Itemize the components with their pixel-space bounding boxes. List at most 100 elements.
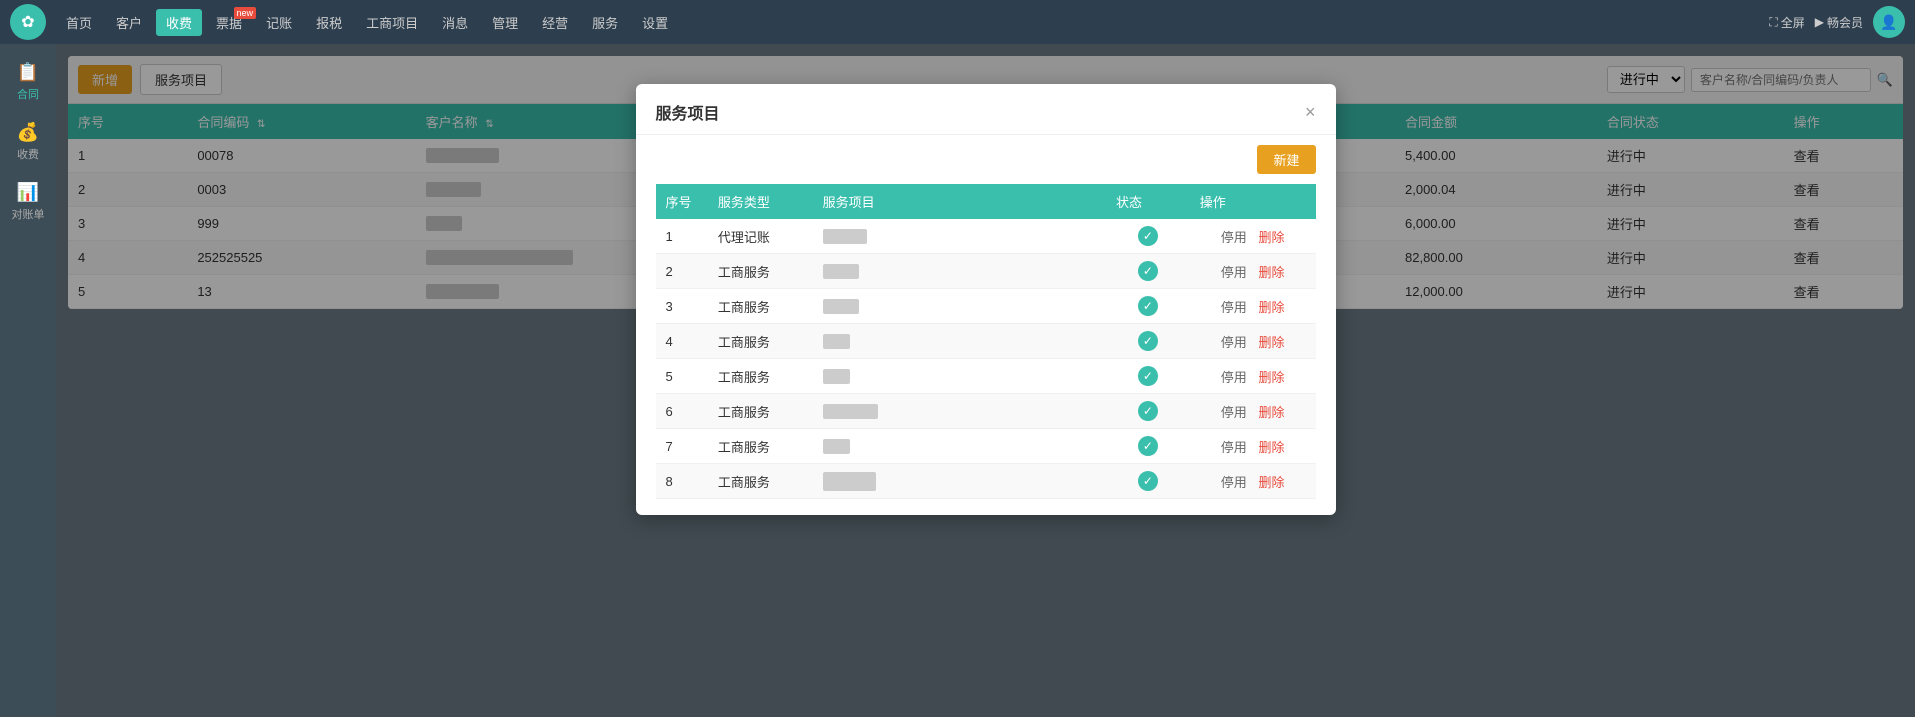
list-item: 5 工商服务 ███ ✓ 停用 删除 xyxy=(656,359,1316,394)
sidebar-label-fees: 收费 xyxy=(17,146,39,162)
list-item: 8 工商服务 ███注册 ✓ 停用 删除 xyxy=(656,464,1316,499)
modal-cell-num: 5 xyxy=(656,359,708,394)
main-layout: 📋 合同 💰 收费 📊 对账单 新增 服务项目 进行中 已结束 全部 xyxy=(0,44,1915,717)
modal-cell-type: 工商服务 xyxy=(708,394,813,429)
stop-button[interactable]: 停用 xyxy=(1221,475,1247,490)
list-item: 7 工商服务 ███ ✓ 停用 删除 xyxy=(656,429,1316,464)
modal-overlay: 服务项目 × 新建 序号 服务类型 服务项目 状态 xyxy=(56,44,1915,717)
modal-cell-num: 2 xyxy=(656,254,708,289)
modal-col-action: 操作 xyxy=(1190,184,1316,219)
stop-button[interactable]: 停用 xyxy=(1221,405,1247,420)
status-check-icon: ✓ xyxy=(1138,436,1158,456)
nav-operations[interactable]: 经营 xyxy=(532,9,578,36)
stop-button[interactable]: 停用 xyxy=(1221,335,1247,350)
modal-cell-status: ✓ xyxy=(1106,464,1190,499)
delete-button[interactable]: 删除 xyxy=(1258,370,1284,385)
modal-cell-status: ✓ xyxy=(1106,254,1190,289)
modal-body: 序号 服务类型 服务项目 状态 操作 1 代理记账 ████1 ✓ 停用 xyxy=(636,184,1336,515)
status-check-icon: ✓ xyxy=(1138,366,1158,386)
sidebar-label-reconciliation: 对账单 xyxy=(12,206,45,222)
modal-cell-num: 3 xyxy=(656,289,708,324)
modal-cell-item: ███ xyxy=(813,359,1106,394)
nav-fees[interactable]: 收费 xyxy=(156,9,202,36)
nav-home[interactable]: 首页 xyxy=(56,9,102,36)
modal-cell-type: 工商服务 xyxy=(708,359,813,394)
member-button[interactable]: ▶ 畅会员 xyxy=(1815,14,1863,31)
modal-close-button[interactable]: × xyxy=(1305,103,1316,121)
modal-cell-num: 6 xyxy=(656,394,708,429)
modal-cell-item: ████1 xyxy=(813,219,1106,254)
stop-button[interactable]: 停用 xyxy=(1221,370,1247,385)
modal-cell-type: 工商服务 xyxy=(708,429,813,464)
modal-cell-action: 停用 删除 xyxy=(1190,359,1316,394)
modal-cell-type: 工商服务 xyxy=(708,324,813,359)
modal-cell-type: 工商服务 xyxy=(708,289,813,324)
modal-cell-status: ✓ xyxy=(1106,429,1190,464)
list-item: 3 工商服务 ████ ✓ 停用 删除 xyxy=(656,289,1316,324)
reconciliation-icon: 📊 xyxy=(17,182,39,203)
delete-button[interactable]: 删除 xyxy=(1258,335,1284,350)
modal-cell-status: ✓ xyxy=(1106,219,1190,254)
nav-bookkeeping[interactable]: 记账 xyxy=(256,9,302,36)
stop-button[interactable]: 停用 xyxy=(1221,300,1247,315)
nav-service[interactable]: 服务 xyxy=(582,9,628,36)
nav-bills[interactable]: 票据 new xyxy=(206,9,252,36)
fees-icon: 💰 xyxy=(17,122,39,143)
delete-button[interactable]: 删除 xyxy=(1258,230,1284,245)
stop-button[interactable]: 停用 xyxy=(1221,440,1247,455)
modal-cell-action: 停用 删除 xyxy=(1190,394,1316,429)
nav-commerce[interactable]: 工商项目 xyxy=(356,9,428,36)
modal-cell-status: ✓ xyxy=(1106,359,1190,394)
sidebar-item-fees[interactable]: 💰 收费 xyxy=(3,114,53,170)
delete-button[interactable]: 删除 xyxy=(1258,300,1284,315)
nav-customer[interactable]: 客户 xyxy=(106,9,152,36)
nav-tax[interactable]: 报税 xyxy=(306,9,352,36)
nav-menu: 首页 客户 收费 票据 new 记账 报税 工商项目 消息 管理 经营 服务 设… xyxy=(56,9,1769,36)
stop-button[interactable]: 停用 xyxy=(1221,230,1247,245)
header-right-actions: ⛶ 全屏 ▶ 畅会员 👤 xyxy=(1769,6,1905,38)
sidebar-item-contract[interactable]: 📋 合同 xyxy=(3,54,53,110)
modal-toolbar: 新建 xyxy=(636,135,1336,184)
list-item: 1 代理记账 ████1 ✓ 停用 删除 xyxy=(656,219,1316,254)
modal-col-num: 序号 xyxy=(656,184,708,219)
stop-button[interactable]: 停用 xyxy=(1221,265,1247,280)
modal-cell-num: 4 xyxy=(656,324,708,359)
modal-cell-action: 停用 删除 xyxy=(1190,254,1316,289)
new-service-item-button[interactable]: 新建 xyxy=(1257,145,1315,174)
status-check-icon: ✓ xyxy=(1138,471,1158,491)
modal-cell-action: 停用 删除 xyxy=(1190,429,1316,464)
main-content-area: 新增 服务项目 进行中 已结束 全部 🔍 序号 合同编码 ⇅ xyxy=(56,44,1915,717)
modal-cell-num: 8 xyxy=(656,464,708,499)
status-check-icon: ✓ xyxy=(1138,401,1158,421)
contract-icon: 📋 xyxy=(17,62,39,83)
modal-cell-item: ████ xyxy=(813,254,1106,289)
modal-cell-type: 工商服务 xyxy=(708,254,813,289)
video-icon: ▶ xyxy=(1815,15,1824,29)
fullscreen-button[interactable]: ⛶ 全屏 xyxy=(1769,14,1804,31)
nav-manage[interactable]: 管理 xyxy=(482,9,528,36)
modal-col-status: 状态 xyxy=(1106,184,1190,219)
delete-button[interactable]: 删除 xyxy=(1258,475,1284,490)
nav-messages[interactable]: 消息 xyxy=(432,9,478,36)
modal-cell-status: ✓ xyxy=(1106,289,1190,324)
status-check-icon: ✓ xyxy=(1138,331,1158,351)
modal-cell-type: 代理记账 xyxy=(708,219,813,254)
status-check-icon: ✓ xyxy=(1138,261,1158,281)
delete-button[interactable]: 删除 xyxy=(1258,440,1284,455)
modal-cell-item: ████ xyxy=(813,289,1106,324)
delete-button[interactable]: 删除 xyxy=(1258,405,1284,420)
delete-button[interactable]: 删除 xyxy=(1258,265,1284,280)
sidebar-item-reconciliation[interactable]: 📊 对账单 xyxy=(3,174,53,230)
list-item: 6 工商服务 ██████ ✓ 停用 删除 xyxy=(656,394,1316,429)
modal-cell-type: 工商服务 xyxy=(708,464,813,499)
modal-title: 服务项目 xyxy=(656,100,720,124)
modal-header: 服务项目 × xyxy=(636,84,1336,135)
top-navigation: ✿ 首页 客户 收费 票据 new 记账 报税 工商项目 消息 管理 经营 服务… xyxy=(0,0,1915,44)
avatar[interactable]: 👤 xyxy=(1873,6,1905,38)
modal-cell-action: 停用 删除 xyxy=(1190,219,1316,254)
fullscreen-icon: ⛶ xyxy=(1769,15,1777,30)
modal-cell-item: ███注册 xyxy=(813,464,1106,499)
nav-settings[interactable]: 设置 xyxy=(632,9,678,36)
modal-cell-status: ✓ xyxy=(1106,394,1190,429)
modal-cell-item: ███ xyxy=(813,324,1106,359)
